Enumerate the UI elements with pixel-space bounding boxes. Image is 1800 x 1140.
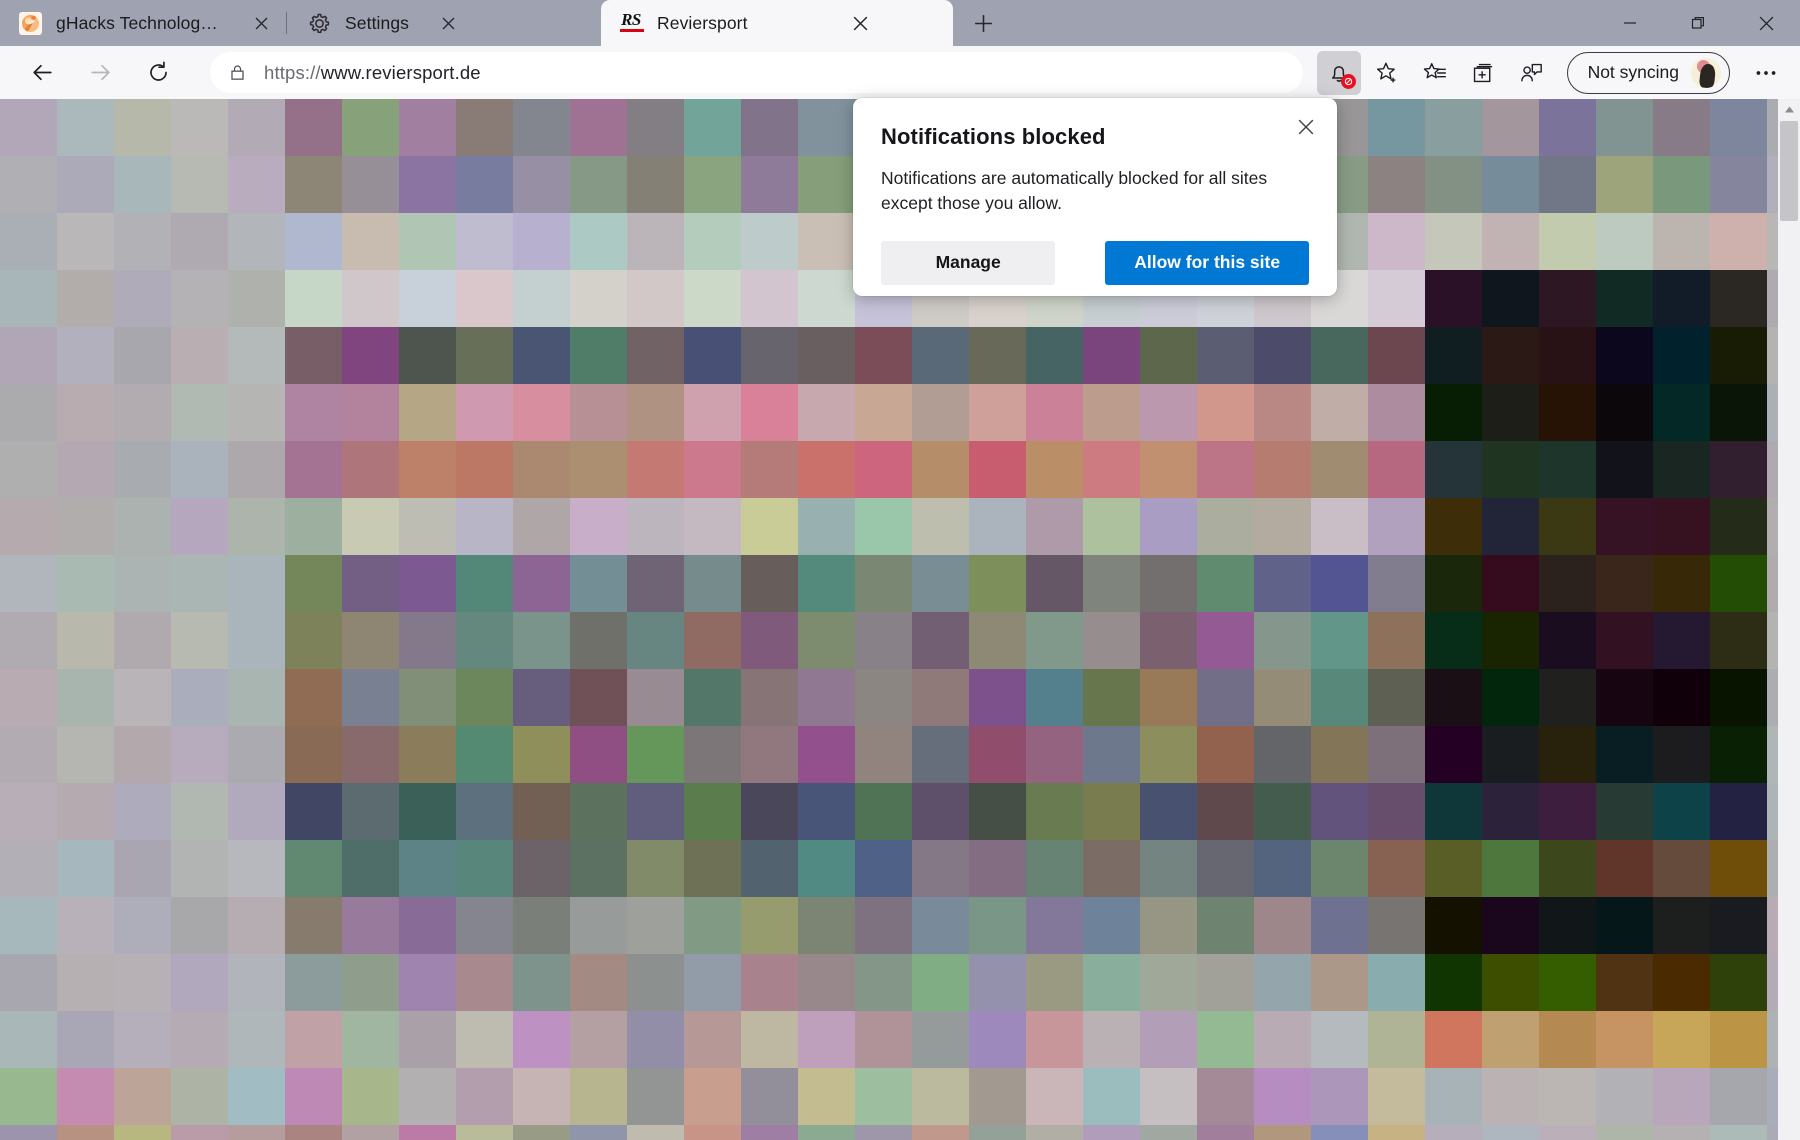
- window-controls: [1596, 0, 1800, 46]
- tab-settings[interactable]: Settings: [289, 0, 601, 46]
- url-host: www.reviersport.de: [320, 61, 481, 83]
- browser-toolbar: https://www.reviersport.de Not syncing: [0, 46, 1800, 99]
- page-scrollbar[interactable]: [1778, 99, 1800, 1140]
- address-bar-url: https://www.reviersport.de: [264, 62, 481, 84]
- url-scheme: https://: [264, 61, 321, 83]
- scrollbar-thumb[interactable]: [1780, 121, 1798, 221]
- gear-icon: [307, 11, 331, 35]
- ghacks-favicon: [18, 11, 42, 35]
- back-arrow-icon[interactable]: [20, 51, 64, 95]
- flyout-body-text: Notifications are automatically blocked …: [881, 168, 1268, 214]
- notifications-blocked-icon[interactable]: [1316, 50, 1361, 95]
- toolbar-actions: Not syncing: [1316, 50, 1800, 95]
- blocked-badge: [1340, 73, 1356, 89]
- tab-title: Settings: [345, 12, 410, 33]
- tab-close-button[interactable]: [431, 6, 465, 40]
- tab-close-button[interactable]: [844, 6, 878, 40]
- tab-reviersport[interactable]: RS Reviersport: [601, 0, 953, 46]
- lock-icon: [224, 63, 250, 82]
- more-options-icon[interactable]: [1744, 51, 1788, 95]
- profile-not-syncing-button[interactable]: Not syncing: [1566, 51, 1730, 94]
- refresh-icon[interactable]: [136, 51, 180, 95]
- tab-title: Reviersport: [657, 12, 748, 33]
- collections-icon[interactable]: [1461, 51, 1505, 95]
- address-bar[interactable]: https://www.reviersport.de: [210, 52, 1303, 93]
- restore-icon[interactable]: [1664, 0, 1732, 46]
- favorites-list-icon[interactable]: [1413, 51, 1457, 95]
- forward-arrow-icon: [78, 51, 122, 95]
- add-favorite-star-icon[interactable]: [1365, 51, 1409, 95]
- navigation-buttons: [20, 51, 180, 95]
- profile-label: Not syncing: [1587, 62, 1679, 82]
- flyout-title: Notifications blocked: [881, 124, 1106, 149]
- browser-essentials-icon[interactable]: [1509, 51, 1553, 95]
- tab-divider: [286, 12, 287, 34]
- flyout-actions: Manage Allow for this site: [881, 240, 1309, 285]
- new-tab-button[interactable]: [961, 1, 1005, 45]
- reviersport-rs-favicon: RS: [619, 11, 644, 35]
- close-icon[interactable]: [1289, 110, 1323, 144]
- notifications-blocked-flyout: Notifications blocked Notifications are …: [853, 98, 1337, 296]
- close-icon[interactable]: [1732, 0, 1800, 46]
- allow-for-this-site-button[interactable]: Allow for this site: [1105, 240, 1309, 285]
- tab-ghacks-technology-news[interactable]: gHacks Technology News: [0, 0, 284, 46]
- tab-strip: gHacks Technology News Settings RS Revie…: [0, 0, 1800, 46]
- minimize-icon[interactable]: [1596, 0, 1664, 46]
- manage-button[interactable]: Manage: [881, 240, 1056, 285]
- tab-close-button[interactable]: [244, 6, 278, 40]
- avatar: [1691, 57, 1721, 88]
- tab-title: gHacks Technology News: [56, 12, 222, 33]
- scroll-up-icon[interactable]: [1778, 99, 1800, 119]
